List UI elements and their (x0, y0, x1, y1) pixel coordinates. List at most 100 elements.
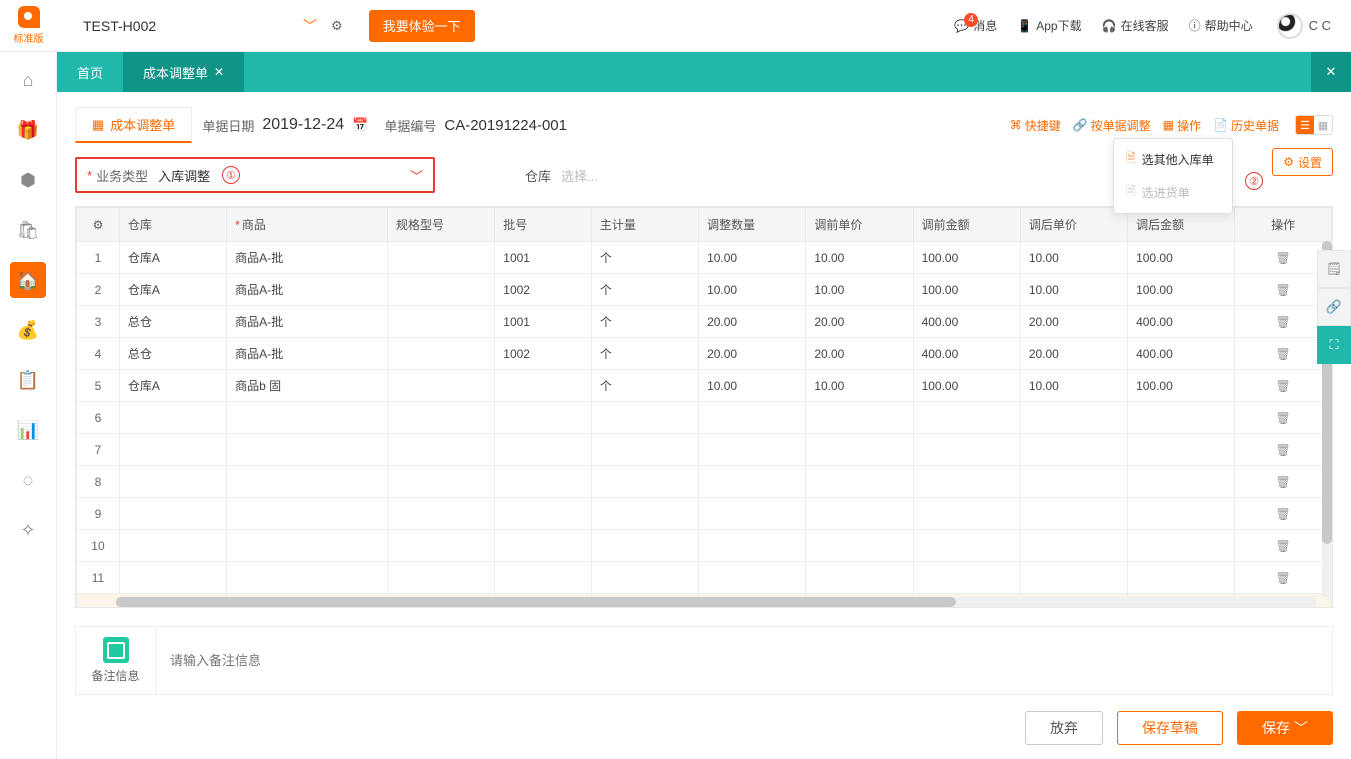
cell-spec[interactable] (388, 530, 495, 562)
cell-qty[interactable]: 10.00 (699, 242, 806, 274)
rail-house-icon[interactable]: ⬢ (10, 162, 46, 198)
col-unit[interactable]: 主计量 (591, 208, 698, 242)
save-draft-button[interactable]: 保存草稿 (1117, 711, 1223, 745)
cell-batch[interactable]: 1001 (495, 306, 592, 338)
cell-amount-after[interactable] (1128, 434, 1235, 466)
cell-amount-before[interactable] (913, 434, 1020, 466)
cell-price-before[interactable] (806, 402, 913, 434)
cell-price-before[interactable] (806, 562, 913, 594)
cell-spec[interactable] (388, 466, 495, 498)
cell-spec[interactable] (388, 434, 495, 466)
cell-spec[interactable] (388, 562, 495, 594)
cell-amount-after[interactable] (1128, 530, 1235, 562)
cell-amount-after[interactable] (1128, 402, 1235, 434)
cell-amount-before[interactable]: 100.00 (913, 370, 1020, 402)
trash-icon[interactable]: 🗑 (1276, 411, 1291, 425)
cell-unit[interactable]: 个 (591, 242, 698, 274)
dock-note-icon[interactable]: 🗒 (1317, 250, 1351, 288)
table-row[interactable]: 5仓库A商品b 固个10.0010.00100.0010.00100.00🗑 (77, 370, 1332, 402)
table-row[interactable]: 6🗑 (77, 402, 1332, 434)
cell-product[interactable] (227, 498, 388, 530)
cell-amount-after[interactable]: 100.00 (1128, 242, 1235, 274)
cell-qty[interactable]: 10.00 (699, 274, 806, 306)
cell-price-before[interactable]: 20.00 (806, 306, 913, 338)
cell-price-before[interactable] (806, 466, 913, 498)
cell-warehouse[interactable]: 仓库A (119, 242, 226, 274)
cell-amount-after[interactable] (1128, 498, 1235, 530)
calendar-icon[interactable]: 📅 (352, 117, 368, 133)
cell-spec[interactable] (388, 498, 495, 530)
cell-price-after[interactable] (1020, 466, 1127, 498)
shortcut-link[interactable]: ⌘快捷键 (1010, 117, 1061, 134)
tab-home[interactable]: 首页 (57, 52, 123, 92)
cell-amount-before[interactable]: 400.00 (913, 306, 1020, 338)
history-link[interactable]: 📄历史单据 (1213, 117, 1279, 134)
cell-product[interactable] (227, 434, 388, 466)
table-row[interactable]: 10🗑 (77, 530, 1332, 562)
rail-gift-icon[interactable]: 🎁 (10, 112, 46, 148)
cell-amount-before[interactable] (913, 498, 1020, 530)
trash-icon[interactable]: 🗑 (1276, 507, 1291, 521)
col-price-before[interactable]: 调前单价 (806, 208, 913, 242)
avatar[interactable] (1277, 13, 1303, 39)
discard-button[interactable]: 放弃 (1025, 711, 1103, 745)
biz-type-select[interactable]: * 业务类型 入库调整 ① ﹀ (75, 157, 435, 193)
trash-icon[interactable]: 🗑 (1276, 539, 1291, 553)
cell-warehouse[interactable]: 总仓 (119, 306, 226, 338)
cell-batch[interactable] (495, 498, 592, 530)
cell-qty[interactable]: 10.00 (699, 370, 806, 402)
cell-price-after[interactable]: 10.00 (1020, 274, 1127, 306)
rail-clipboard-icon[interactable]: 📋 (10, 362, 46, 398)
list-view-icon[interactable]: ☰ (1296, 116, 1314, 134)
close-all-tabs[interactable]: ✕ (1311, 52, 1351, 92)
cell-amount-after[interactable]: 400.00 (1128, 338, 1235, 370)
save-button[interactable]: 保存﹀ (1237, 711, 1333, 745)
col-product[interactable]: *商品 (227, 208, 388, 242)
cell-amount-after[interactable] (1128, 562, 1235, 594)
col-price-after[interactable]: 调后单价 (1020, 208, 1127, 242)
settings-icon[interactable]: ⚙ (331, 18, 343, 34)
cell-qty[interactable]: 20.00 (699, 338, 806, 370)
cell-unit[interactable] (591, 498, 698, 530)
cell-qty[interactable] (699, 530, 806, 562)
rail-home-icon[interactable]: ⌂ (10, 62, 46, 98)
cell-product[interactable] (227, 466, 388, 498)
cell-batch[interactable] (495, 370, 592, 402)
cell-spec[interactable] (388, 370, 495, 402)
cell-price-before[interactable] (806, 530, 913, 562)
cell-warehouse[interactable]: 仓库A (119, 274, 226, 306)
cell-spec[interactable] (388, 274, 495, 306)
cell-amount-before[interactable] (913, 530, 1020, 562)
cell-product[interactable]: 商品A-批 (227, 274, 388, 306)
cell-warehouse[interactable]: 总仓 (119, 338, 226, 370)
trash-icon[interactable]: 🗑 (1276, 571, 1291, 585)
view-toggle[interactable]: ☰ ▦ (1295, 115, 1333, 135)
cell-unit[interactable]: 个 (591, 338, 698, 370)
cell-unit[interactable] (591, 466, 698, 498)
table-row[interactable]: 11🗑 (77, 562, 1332, 594)
app-download-link[interactable]: 📱 App下载 (1017, 17, 1081, 34)
cell-qty[interactable] (699, 466, 806, 498)
card-view-icon[interactable]: ▦ (1314, 116, 1332, 134)
cell-spec[interactable] (388, 402, 495, 434)
cell-spec[interactable] (388, 338, 495, 370)
col-op[interactable]: 操作 (1235, 208, 1332, 242)
cell-unit[interactable]: 个 (591, 274, 698, 306)
cell-price-before[interactable] (806, 498, 913, 530)
cell-qty[interactable] (699, 498, 806, 530)
cell-price-before[interactable]: 10.00 (806, 370, 913, 402)
cell-amount-after[interactable]: 100.00 (1128, 370, 1235, 402)
by-doc-link[interactable]: 🔗按单据调整 (1073, 117, 1151, 134)
table-row[interactable]: 9🗑 (77, 498, 1332, 530)
dock-link-icon[interactable]: 🔗 (1317, 288, 1351, 326)
cell-batch[interactable]: 1002 (495, 274, 592, 306)
cell-unit[interactable] (591, 434, 698, 466)
cell-price-after[interactable] (1020, 434, 1127, 466)
doc-title-tab[interactable]: ▦ 成本调整单 (75, 107, 192, 143)
cell-price-after[interactable]: 10.00 (1020, 370, 1127, 402)
help-center-link[interactable]: ⓘ 帮助中心 (1189, 17, 1253, 34)
cell-unit[interactable] (591, 562, 698, 594)
cell-product[interactable]: 商品A-批 (227, 338, 388, 370)
cell-product[interactable] (227, 562, 388, 594)
cell-amount-before[interactable]: 400.00 (913, 338, 1020, 370)
